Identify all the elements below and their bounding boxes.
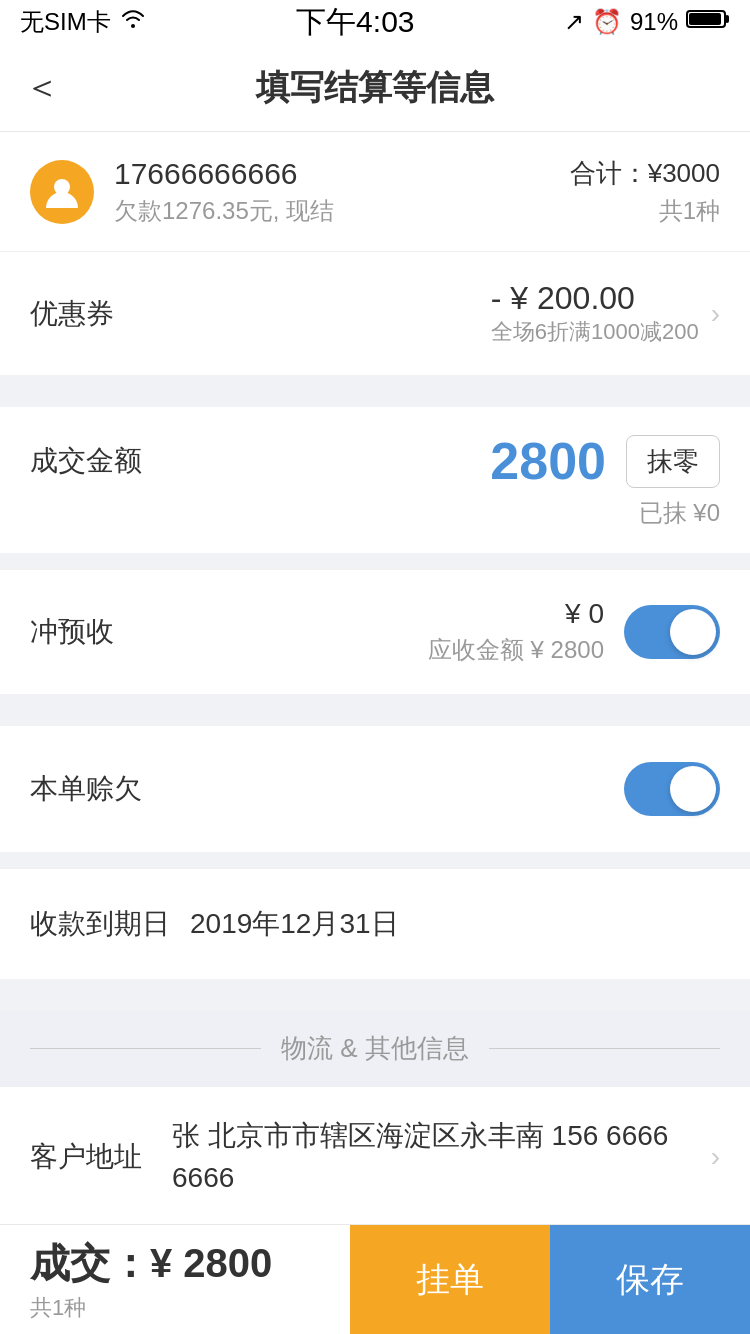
status-time: 下午4:03 bbox=[296, 2, 414, 43]
duedate-value: 2019年12月31日 bbox=[190, 905, 399, 943]
amount-row: 成交金额 2800 抹零 bbox=[30, 431, 720, 491]
status-right: ↗ ⏰ 91% bbox=[564, 8, 730, 36]
coupon-chevron-icon: › bbox=[711, 298, 720, 330]
customer-card: 17666666666 欠款1276.35元, 现结 合计：¥3000 共1种 … bbox=[0, 132, 750, 375]
amount-label: 成交金额 bbox=[30, 442, 142, 480]
amount-value: 2800 bbox=[490, 431, 606, 491]
round-button[interactable]: 抹零 bbox=[626, 435, 720, 488]
charge-sub: 应收金额 ¥ 2800 bbox=[428, 634, 604, 666]
logistics-text: 物流 & 其他信息 bbox=[281, 1031, 469, 1066]
customer-debt: 欠款1276.35元, 现结 bbox=[114, 195, 334, 227]
amount-value-group: 2800 抹零 bbox=[490, 431, 720, 491]
coupon-desc: 全场6折满1000减200 bbox=[491, 317, 699, 347]
total-label: 合计：¥3000 bbox=[570, 156, 720, 191]
customer-total: 合计：¥3000 共1种 bbox=[570, 156, 720, 227]
customer-info: 17666666666 欠款1276.35元, 现结 bbox=[114, 157, 334, 227]
charge-value: ¥ 0 bbox=[428, 598, 604, 630]
amount-section: 成交金额 2800 抹零 已抹 ¥0 bbox=[0, 407, 750, 553]
content: 17666666666 欠款1276.35元, 现结 合计：¥3000 共1种 … bbox=[0, 132, 750, 1334]
location-icon: ↗ bbox=[564, 8, 584, 36]
battery-icon bbox=[686, 8, 730, 36]
charge-toggle[interactable] bbox=[624, 605, 720, 659]
address-row[interactable]: 客户地址 张 北京市市辖区海淀区永丰南 156 6666 6666 › bbox=[0, 1086, 750, 1227]
section-separator-3 bbox=[0, 995, 750, 1011]
wifi-icon bbox=[119, 8, 147, 36]
address-value: 张 北京市市辖区海淀区永丰南 156 6666 6666 bbox=[172, 1115, 701, 1199]
customer-left: 17666666666 欠款1276.35元, 现结 bbox=[30, 157, 334, 227]
address-chevron-icon: › bbox=[711, 1141, 720, 1173]
charge-row: 冲预收 ¥ 0 应收金额 ¥ 2800 bbox=[0, 569, 750, 694]
debt-row: 本单赊欠 bbox=[0, 726, 750, 852]
battery-text: 91% bbox=[630, 8, 678, 36]
charge-right: ¥ 0 应收金额 ¥ 2800 bbox=[428, 598, 720, 666]
save-button[interactable]: 保存 bbox=[550, 1225, 750, 1335]
amount-sub: 已抹 ¥0 bbox=[30, 497, 720, 529]
svg-rect-2 bbox=[725, 15, 729, 23]
bottom-amount-label: 成交： bbox=[30, 1241, 150, 1285]
total-count: 共1种 bbox=[570, 195, 720, 227]
debt-toggle[interactable] bbox=[624, 762, 720, 816]
nav-bar: ＜ 填写结算等信息 bbox=[0, 44, 750, 132]
duedate-label: 收款到期日 bbox=[30, 905, 170, 943]
alarm-icon: ⏰ bbox=[592, 8, 622, 36]
bottom-amount: 成交：¥ 2800 bbox=[30, 1236, 320, 1291]
coupon-row[interactable]: 优惠券 - ¥ 200.00 全场6折满1000减200 › bbox=[0, 251, 750, 375]
section-separator-1 bbox=[0, 391, 750, 407]
debt-label: 本单赊欠 bbox=[30, 770, 142, 808]
coupon-right: - ¥ 200.00 全场6折满1000减200 › bbox=[491, 280, 720, 347]
duedate-row: 收款到期日 2019年12月31日 bbox=[0, 868, 750, 979]
customer-phone: 17666666666 bbox=[114, 157, 334, 191]
logistics-line-left bbox=[30, 1048, 261, 1049]
address-label: 客户地址 bbox=[30, 1138, 142, 1176]
bottom-bar: 成交：¥ 2800 共1种 挂单 保存 bbox=[0, 1224, 750, 1334]
back-button[interactable]: ＜ bbox=[24, 63, 60, 112]
bottom-count: 共1种 bbox=[30, 1293, 320, 1323]
customer-row: 17666666666 欠款1276.35元, 现结 合计：¥3000 共1种 bbox=[0, 132, 750, 251]
nav-title: 填写结算等信息 bbox=[256, 65, 494, 111]
charge-label: 冲预收 bbox=[30, 613, 114, 651]
svg-rect-1 bbox=[689, 13, 721, 25]
pending-button[interactable]: 挂单 bbox=[350, 1225, 550, 1335]
bottom-summary: 成交：¥ 2800 共1种 bbox=[0, 1236, 350, 1323]
section-separator-2 bbox=[0, 710, 750, 726]
coupon-discount: - ¥ 200.00 bbox=[491, 280, 699, 317]
carrier-text: 无SIM卡 bbox=[20, 6, 111, 38]
bottom-amount-value: ¥ 2800 bbox=[150, 1241, 272, 1285]
status-left: 无SIM卡 bbox=[20, 6, 147, 38]
status-bar: 无SIM卡 下午4:03 ↗ ⏰ 91% bbox=[0, 0, 750, 44]
coupon-label: 优惠券 bbox=[30, 295, 114, 333]
logistics-line-right bbox=[489, 1048, 720, 1049]
logistics-separator: 物流 & 其他信息 bbox=[0, 1011, 750, 1086]
avatar bbox=[30, 160, 94, 224]
